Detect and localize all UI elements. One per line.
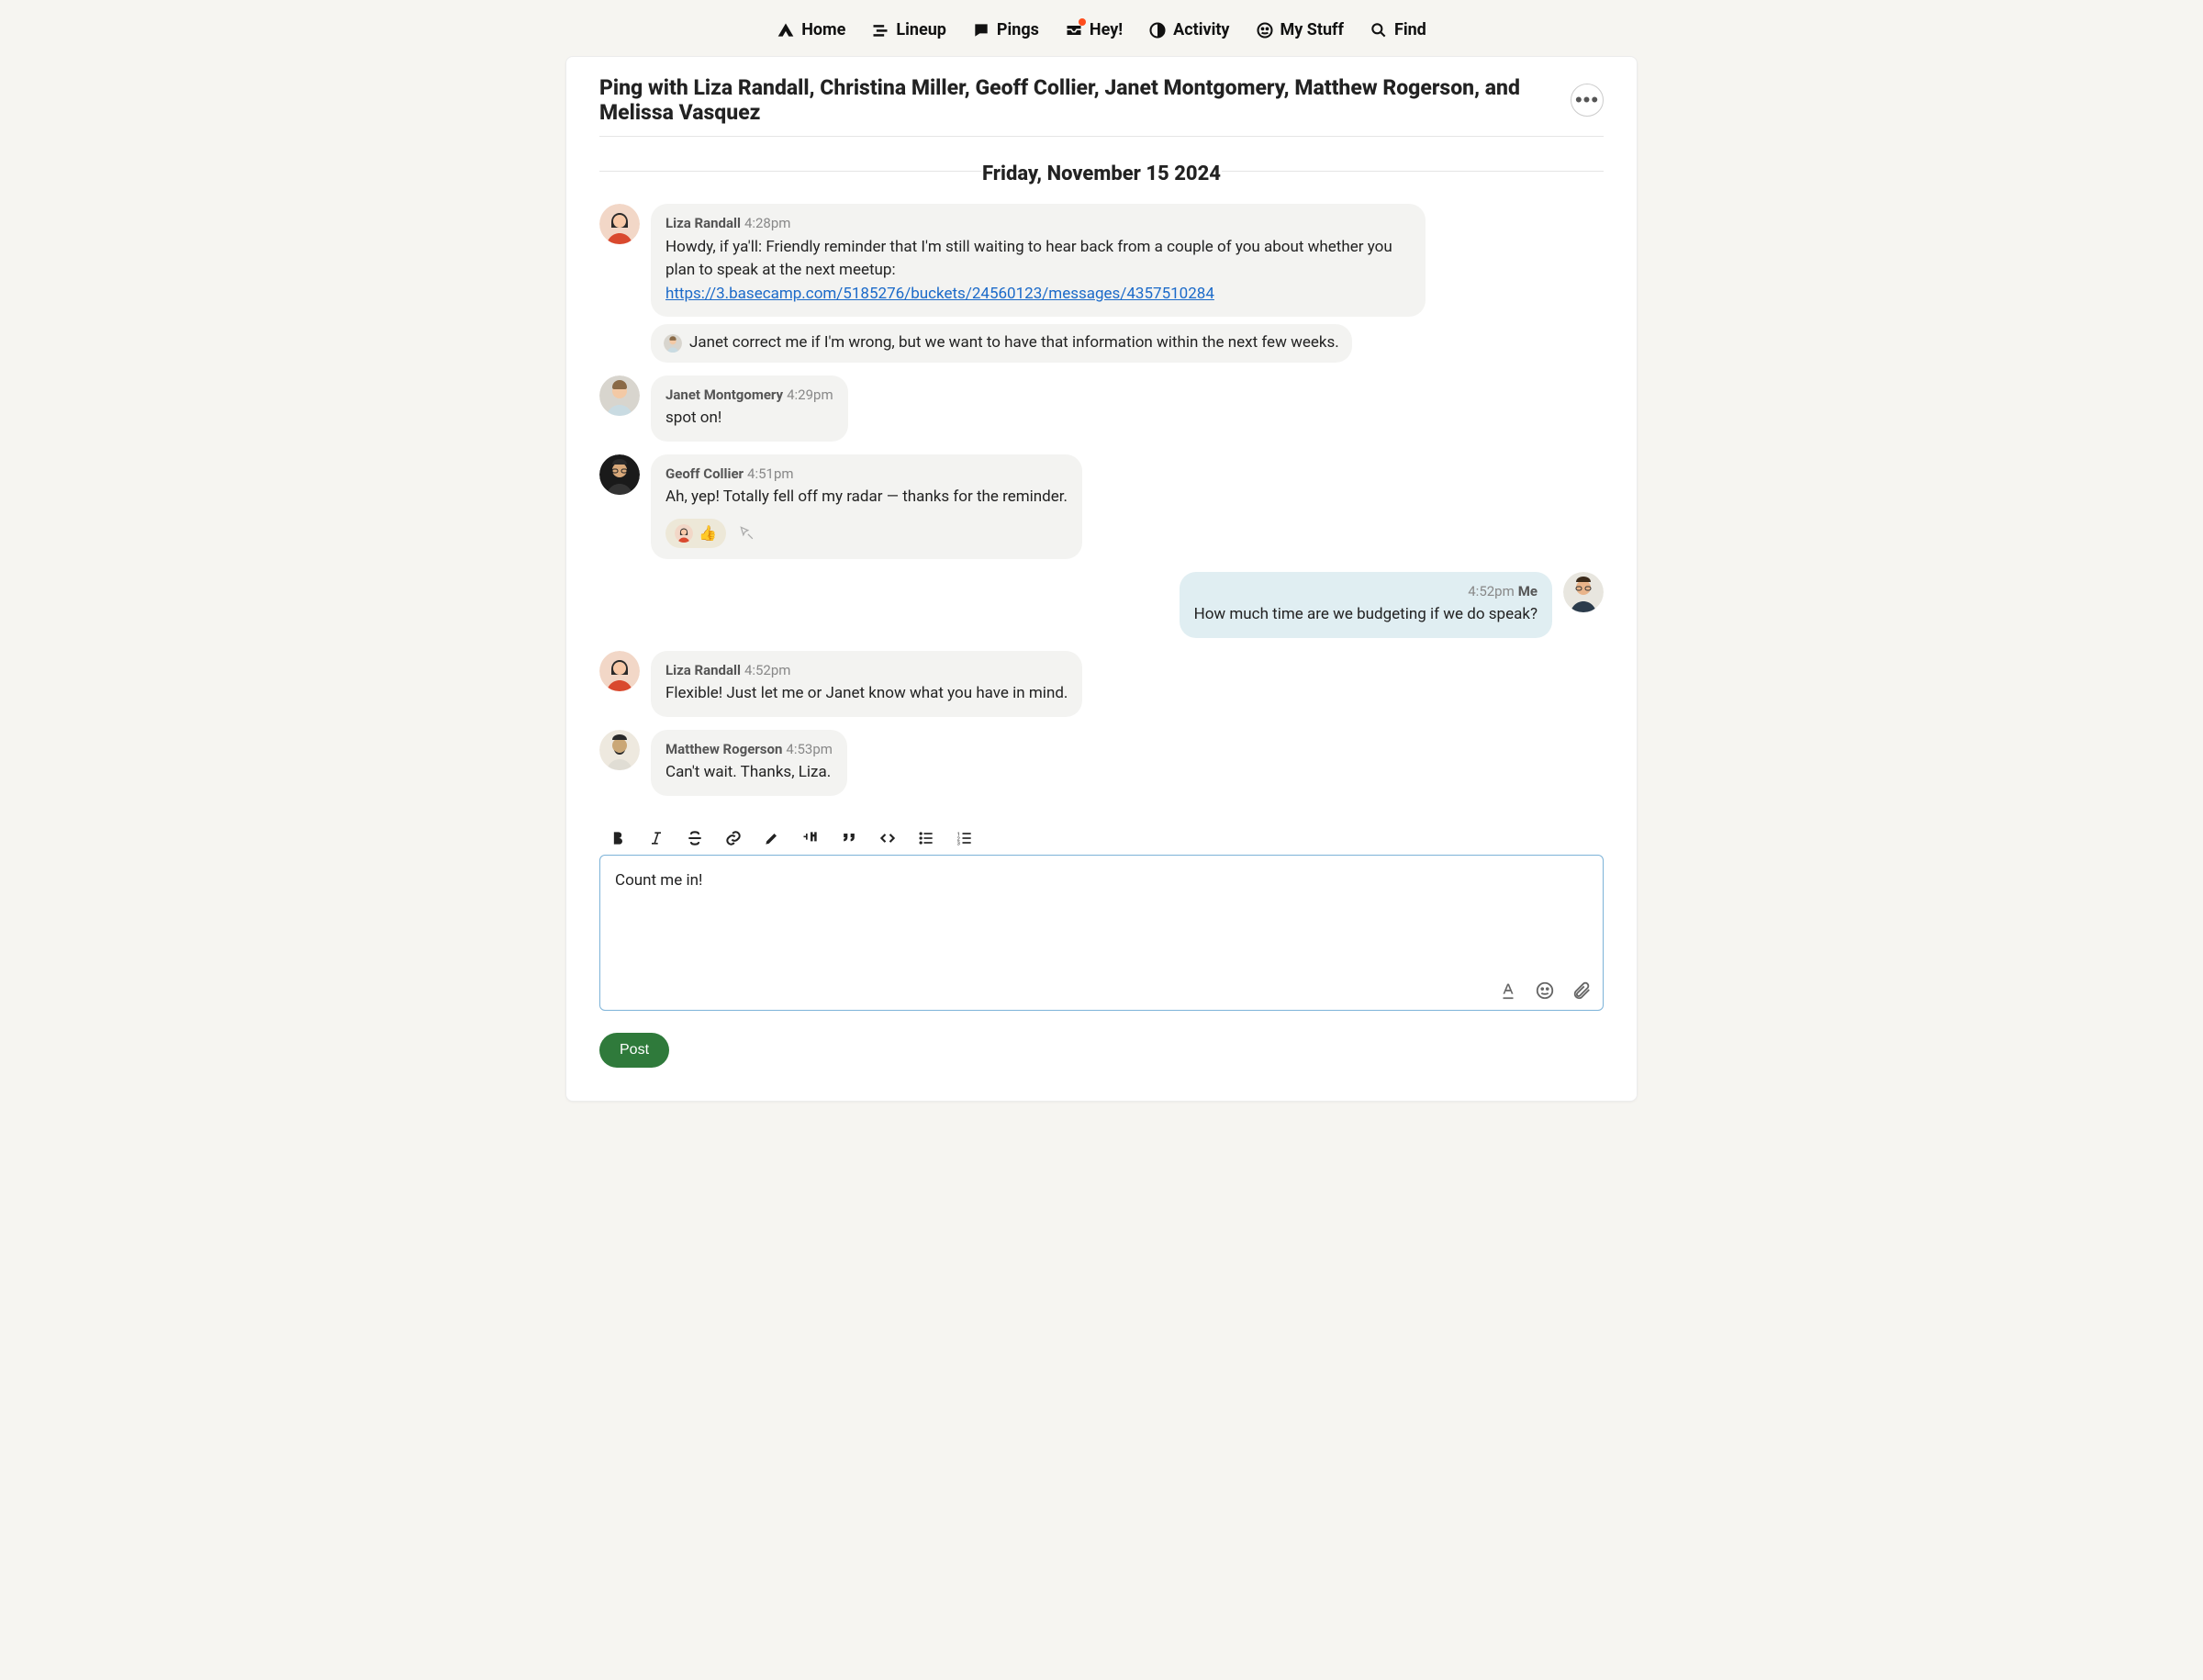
message-author: Liza Randall	[665, 215, 741, 231]
message-time: 4:52pm	[744, 662, 791, 678]
avatar[interactable]	[599, 204, 640, 244]
message-author: Matthew Rogerson	[665, 741, 782, 757]
message-time: 4:53pm	[786, 741, 833, 757]
date-divider: Friday, November 15 2024	[599, 137, 1604, 204]
reaction-pill[interactable]: 👍	[665, 519, 726, 548]
avatar[interactable]	[599, 651, 640, 691]
avatar[interactable]	[599, 375, 640, 416]
heading-button[interactable]	[801, 829, 820, 847]
inbox-icon	[1065, 21, 1083, 39]
message-text: Can't wait. Thanks, Liza.	[665, 761, 833, 785]
avatar[interactable]	[599, 454, 640, 495]
nav-hey-label: Hey!	[1090, 20, 1123, 39]
nav-find-label: Find	[1394, 20, 1426, 39]
svg-text:3: 3	[957, 841, 960, 846]
composer-toolbar: 123	[599, 818, 1604, 855]
message-bubble[interactable]: Liza Randall4:28pm Howdy, if ya'll: Frie…	[651, 204, 1426, 317]
clock-icon	[1148, 21, 1167, 39]
italic-button[interactable]	[647, 829, 665, 847]
notification-dot-icon	[1079, 18, 1086, 26]
cursor-click-icon	[738, 524, 756, 543]
avatar[interactable]	[599, 730, 640, 770]
smile-icon	[1256, 21, 1274, 39]
message-author: Me	[1518, 583, 1538, 599]
attachment-button[interactable]	[1571, 980, 1592, 1001]
add-reaction-button[interactable]	[735, 521, 759, 545]
ping-card: Ping with Liza Randall, Christina Miller…	[565, 56, 1638, 1102]
message-time: 4:52pm	[1468, 583, 1515, 599]
nav-activity[interactable]: Activity	[1148, 20, 1229, 39]
chat-icon	[972, 21, 990, 39]
quote-button[interactable]	[840, 829, 858, 847]
message-bubble[interactable]: Matthew Rogerson4:53pm Can't wait. Thank…	[651, 730, 847, 796]
message-bubble[interactable]: Liza Randall4:52pm Flexible! Just let me…	[651, 651, 1082, 717]
nav-home-label: Home	[801, 20, 845, 39]
mention-avatar	[664, 334, 682, 353]
page-title: Ping with Liza Randall, Christina Miller…	[599, 75, 1571, 125]
thumbs-up-icon: 👍	[699, 522, 717, 544]
subnote-text: Janet correct me if I'm wrong, but we wa…	[689, 331, 1339, 355]
number-list-button[interactable]: 123	[956, 829, 974, 847]
emoji-button[interactable]	[1535, 980, 1555, 1001]
composer-bottom-tools	[1498, 980, 1592, 1001]
strike-button[interactable]	[686, 829, 704, 847]
nav-hey[interactable]: Hey!	[1065, 20, 1123, 39]
more-options-button[interactable]: •••	[1571, 84, 1604, 117]
nav-mystuff[interactable]: My Stuff	[1256, 20, 1344, 39]
nav-home[interactable]: Home	[777, 20, 845, 39]
bold-button[interactable]	[609, 829, 627, 847]
message-row: Liza Randall4:52pm Flexible! Just let me…	[599, 651, 1426, 717]
message-row: Geoff Collier4:51pm Ah, yep! Totally fel…	[599, 454, 1426, 559]
message-row-mine: 4:52pmMe How much time are we budgeting …	[1180, 572, 1604, 638]
message-text: How much time are we budgeting if we do …	[1194, 603, 1538, 627]
message-text: Ah, yep! Totally fell off my radar — tha…	[665, 486, 1068, 510]
message-bubble[interactable]: Janet Montgomery4:29pm spot on!	[651, 375, 848, 442]
message-row: Liza Randall4:28pm Howdy, if ya'll: Frie…	[599, 204, 1426, 363]
reactions-bar: 👍	[665, 519, 1068, 548]
post-button[interactable]: Post	[599, 1033, 669, 1068]
bullet-list-button[interactable]	[917, 829, 935, 847]
top-nav: Home Lineup Pings Hey! Activity My Stuff…	[0, 0, 2203, 56]
tent-icon	[777, 21, 795, 39]
message-subnote[interactable]: Janet correct me if I'm wrong, but we wa…	[651, 324, 1352, 363]
message-author: Geoff Collier	[665, 465, 744, 482]
composer-value: Count me in!	[615, 871, 702, 890]
message-text: Howdy, if ya'll: Friendly reminder that …	[665, 236, 1411, 307]
message-time: 4:51pm	[747, 465, 794, 482]
search-icon	[1370, 21, 1388, 39]
code-button[interactable]	[878, 829, 897, 847]
avatar[interactable]	[1563, 572, 1604, 612]
nav-pings-label: Pings	[997, 20, 1039, 39]
message-author: Janet Montgomery	[665, 386, 783, 403]
message-text: spot on!	[665, 407, 833, 431]
message-text: Flexible! Just let me or Janet know what…	[665, 682, 1068, 706]
message-bubble[interactable]: Geoff Collier4:51pm Ah, yep! Totally fel…	[651, 454, 1082, 559]
nav-lineup[interactable]: Lineup	[871, 20, 946, 39]
message-time: 4:28pm	[744, 215, 791, 231]
text-style-button[interactable]	[1498, 980, 1518, 1001]
nav-pings[interactable]: Pings	[972, 20, 1039, 39]
message-list: Liza Randall4:28pm Howdy, if ya'll: Frie…	[599, 204, 1604, 818]
lineup-icon	[871, 21, 889, 39]
message-row: Janet Montgomery4:29pm spot on!	[599, 375, 1426, 442]
nav-activity-label: Activity	[1173, 20, 1229, 39]
message-time: 4:29pm	[787, 386, 833, 403]
highlight-button[interactable]	[763, 829, 781, 847]
nav-lineup-label: Lineup	[896, 20, 946, 39]
nav-mystuff-label: My Stuff	[1280, 20, 1344, 39]
message-row: Matthew Rogerson4:53pm Can't wait. Thank…	[599, 730, 1426, 796]
link-button[interactable]	[724, 829, 743, 847]
composer-input[interactable]: Count me in!	[599, 855, 1604, 1011]
message-author: Liza Randall	[665, 662, 741, 678]
message-bubble[interactable]: 4:52pmMe How much time are we budgeting …	[1180, 572, 1552, 638]
reaction-avatar	[675, 524, 693, 543]
message-link[interactable]: https://3.basecamp.com/5185276/buckets/2…	[665, 285, 1214, 303]
nav-find[interactable]: Find	[1370, 20, 1426, 39]
